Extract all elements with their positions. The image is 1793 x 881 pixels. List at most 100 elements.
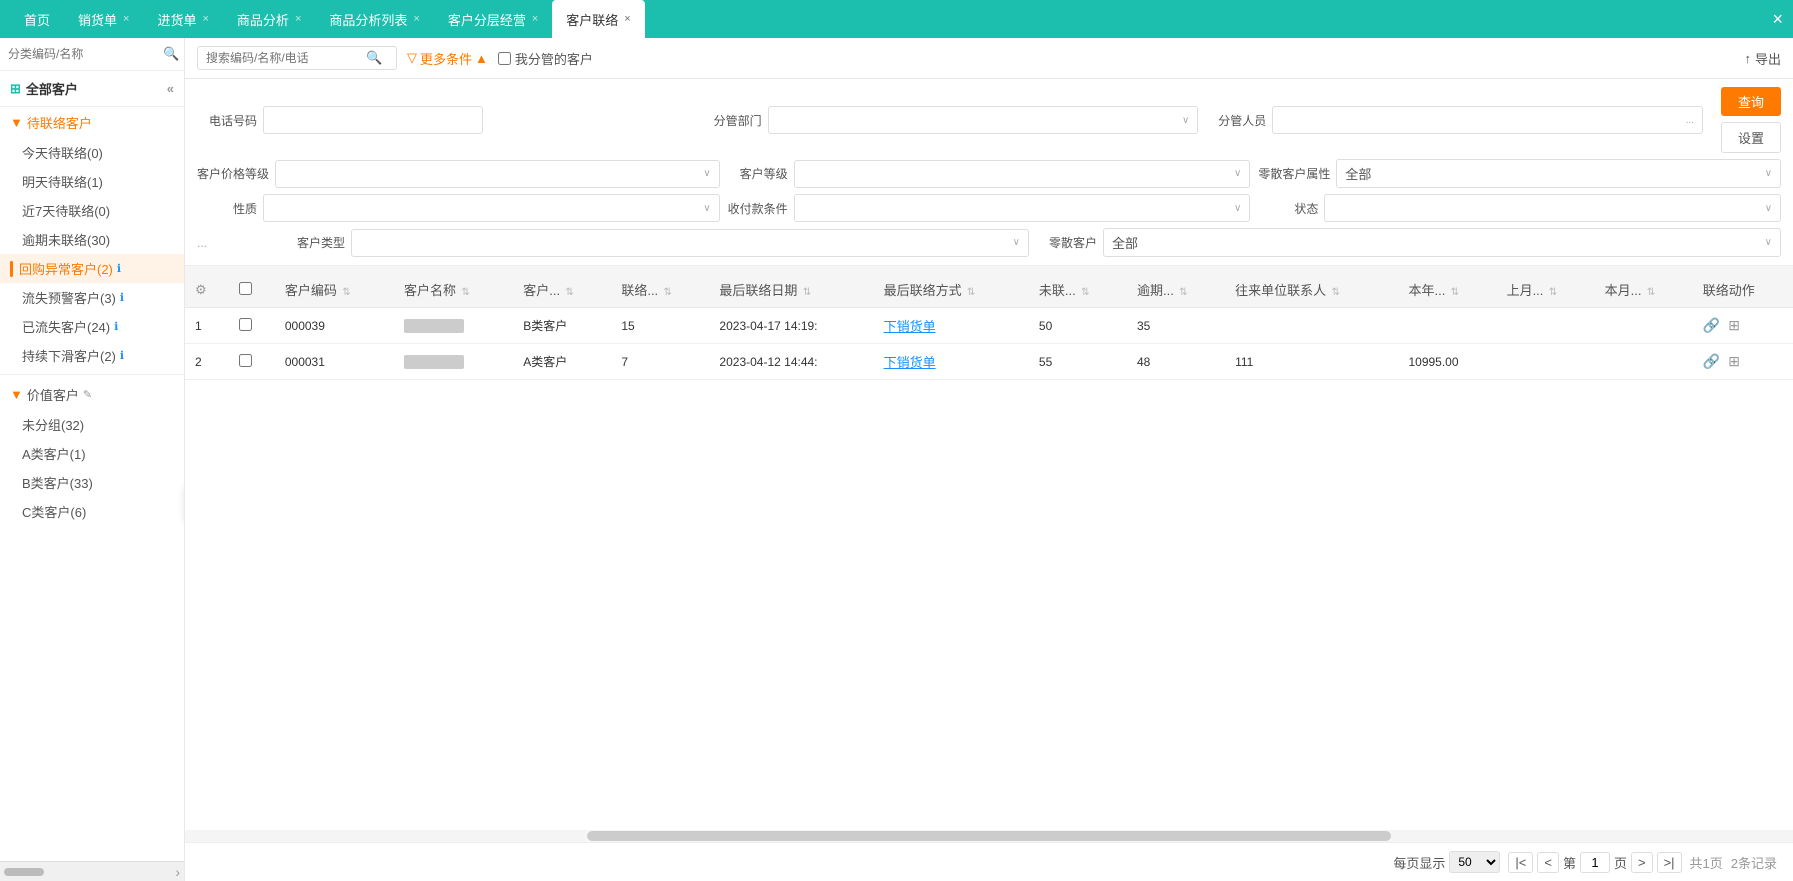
scatter-customer-select[interactable]: 全部 ∨ — [1103, 228, 1781, 257]
contact-sort-icon[interactable]: ⇅ — [664, 287, 672, 298]
table-settings-icon[interactable]: ⚙ — [195, 282, 207, 297]
close-goods-analysis-list-tab[interactable]: × — [413, 13, 419, 25]
phone-input[interactable] — [263, 106, 483, 134]
close-sales-tab[interactable]: × — [123, 13, 129, 25]
price-tier-caret-icon: ∨ — [703, 168, 710, 179]
settings-button[interactable]: 设置 — [1721, 122, 1781, 153]
info-icon-repurchase[interactable]: ℹ — [117, 262, 121, 275]
horizontal-scrollbar[interactable] — [185, 830, 1793, 842]
sidebar-item-class-b[interactable]: B类客户(33) — [0, 468, 184, 497]
payment-terms-select[interactable]: ∨ — [794, 194, 1251, 222]
row2-method-link[interactable]: 下销货单 — [884, 355, 936, 370]
scatter-attr-select[interactable]: 全部 ∨ — [1336, 159, 1781, 188]
info-icon-declining[interactable]: ℹ — [120, 349, 124, 362]
last-method-sort-icon[interactable]: ⇅ — [967, 287, 975, 298]
sidebar-section2-header[interactable]: ▼ 价值客户 ✎ — [0, 379, 184, 410]
row1-select-checkbox[interactable] — [239, 318, 252, 331]
manager-select[interactable]: ... — [1272, 106, 1703, 134]
info-icon-churn-warning[interactable]: ℹ — [120, 291, 124, 304]
sidebar-item-churned[interactable]: 已流失客户(24) ℹ — [0, 312, 184, 341]
dept-select[interactable]: ∨ — [768, 106, 1199, 134]
page-number-input[interactable] — [1580, 852, 1610, 873]
nav-customer-tier[interactable]: 客户分层经营 × — [434, 0, 552, 38]
row2-contact: 7 — [611, 344, 709, 380]
sidebar-item-today-contact[interactable]: 今天待联络(0) — [0, 138, 184, 167]
this-month-sort-icon[interactable]: ⇅ — [1647, 287, 1655, 298]
customer-tier-select[interactable]: ∨ — [794, 160, 1251, 188]
prev-page-btn[interactable]: < — [1537, 852, 1559, 873]
status-select[interactable]: ∨ — [1324, 194, 1781, 222]
info-icon-churned[interactable]: ℹ — [114, 320, 118, 333]
row2-this-month — [1595, 344, 1693, 380]
toolbar: 🔍 ▽ 更多条件 ▲ 我分管的客户 ↑ 导出 — [185, 38, 1793, 79]
row1-last-method: 下销货单 — [874, 308, 1029, 344]
this-year-sort-icon[interactable]: ⇅ — [1451, 287, 1459, 298]
main-search-icon[interactable]: 🔍 — [366, 50, 382, 66]
select-all-checkbox[interactable] — [239, 282, 252, 295]
nav-purchase[interactable]: 进货单 × — [143, 0, 222, 38]
query-button[interactable]: 查询 — [1721, 87, 1781, 116]
row2-select-checkbox[interactable] — [239, 354, 252, 367]
sidebar-item-overdue-contact[interactable]: 逾期未联络(30) — [0, 225, 184, 254]
content-area: 🔍 ▽ 更多条件 ▲ 我分管的客户 ↑ 导出 电话号码 — [185, 38, 1793, 881]
filter-area: 电话号码 分管部门 ∨ 分管人员 ... — [185, 79, 1793, 266]
code-sort-icon[interactable]: ⇅ — [342, 287, 350, 298]
sidebar-item-declining[interactable]: 持续下滑客户(2) ℹ — [0, 341, 184, 370]
row1-grid-action-icon[interactable]: ⊞ — [1728, 317, 1740, 334]
table-row: 2 000031 A类客户 7 2023-04-12 14:44: 下销货单 5… — [185, 344, 1793, 380]
close-all-tabs[interactable]: × — [1772, 9, 1783, 30]
row1-index: 1 — [185, 308, 229, 344]
next-page-btn[interactable]: > — [1631, 852, 1653, 873]
sidebar-section-pending-contact[interactable]: ▼ 待联络客户 — [0, 107, 184, 138]
sidebar-item-churn-warning[interactable]: 流失预警客户(3) ℹ — [0, 283, 184, 312]
overdue-sort-icon[interactable]: ⇅ — [1179, 287, 1187, 298]
last-page-btn[interactable]: >| — [1657, 852, 1682, 873]
price-tier-select[interactable]: ∨ — [275, 160, 720, 188]
last-date-sort-icon[interactable]: ⇅ — [803, 287, 811, 298]
type-sort-icon[interactable]: ⇅ — [565, 287, 573, 298]
sidebar-search-icon[interactable]: 🔍 — [163, 46, 179, 62]
nature-select[interactable]: ∨ — [263, 194, 720, 222]
sidebar-item-7days-contact[interactable]: 近7天待联络(0) — [0, 196, 184, 225]
close-goods-analysis-tab[interactable]: × — [295, 13, 301, 25]
my-customers-checkbox[interactable] — [498, 52, 511, 65]
row1-last-date: 2023-04-17 14:19: — [709, 308, 873, 344]
sidebar-item-repurchase-abnormal[interactable]: 回购异常客户(2) ℹ — [0, 254, 184, 283]
row2-grid-action-icon[interactable]: ⊞ — [1728, 353, 1740, 370]
sidebar-item-class-c[interactable]: C类客户(6) — [0, 497, 184, 526]
nav-home[interactable]: 首页 — [10, 0, 64, 38]
filter-phone: 电话号码 — [197, 106, 694, 134]
edit-icon[interactable]: ✎ — [83, 388, 92, 401]
sidebar-collapse-btn[interactable]: « — [167, 81, 174, 96]
name-sort-icon[interactable]: ⇅ — [461, 287, 469, 298]
sidebar-item-unclassified[interactable]: 未分组(32) — [0, 410, 184, 439]
caret-up-icon: ▲ — [475, 51, 488, 66]
nav-customer-contact[interactable]: 客户联络 × — [552, 0, 644, 38]
sidebar-item-tomorrow-contact[interactable]: 明天待联络(1) — [0, 167, 184, 196]
nav-sales[interactable]: 销货单 × — [64, 0, 143, 38]
export-btn[interactable]: ↑ 导出 — [1744, 49, 1781, 68]
nav-goods-analysis-list[interactable]: 商品分析列表 × — [315, 0, 433, 38]
row1-method-link[interactable]: 下销货单 — [884, 319, 936, 334]
row1-link-action-icon[interactable]: 🔗 — [1703, 317, 1720, 334]
sidebar-search-input[interactable] — [8, 47, 163, 61]
unprocessed-sort-icon[interactable]: ⇅ — [1081, 287, 1089, 298]
close-customer-tier-tab[interactable]: × — [532, 13, 538, 25]
per-page-select[interactable]: 20 50 100 — [1449, 851, 1500, 873]
sidebar-item-class-a[interactable]: A类客户(1) — [0, 439, 184, 468]
customer-tier-caret-icon: ∨ — [1234, 168, 1241, 179]
main-search-input[interactable] — [206, 51, 366, 65]
row2-link-action-icon[interactable]: 🔗 — [1703, 353, 1720, 370]
last-month-sort-icon[interactable]: ⇅ — [1549, 287, 1557, 298]
unit-contact-sort-icon[interactable]: ⇅ — [1331, 287, 1339, 298]
customer-type-select[interactable]: ∨ — [351, 229, 1029, 257]
nav-goods-analysis[interactable]: 商品分析 × — [223, 0, 315, 38]
sidebar-right-arrow[interactable]: › — [175, 864, 180, 880]
close-customer-contact-tab[interactable]: × — [624, 13, 630, 25]
more-conditions-btn[interactable]: ▽ 更多条件 ▲ — [407, 49, 488, 68]
filter-more-btn[interactable]: ... — [197, 236, 207, 250]
first-page-btn[interactable]: |< — [1508, 852, 1533, 873]
close-purchase-tab[interactable]: × — [202, 13, 208, 25]
row2-last-month — [1497, 344, 1595, 380]
h-scroll-thumb[interactable] — [587, 831, 1391, 841]
